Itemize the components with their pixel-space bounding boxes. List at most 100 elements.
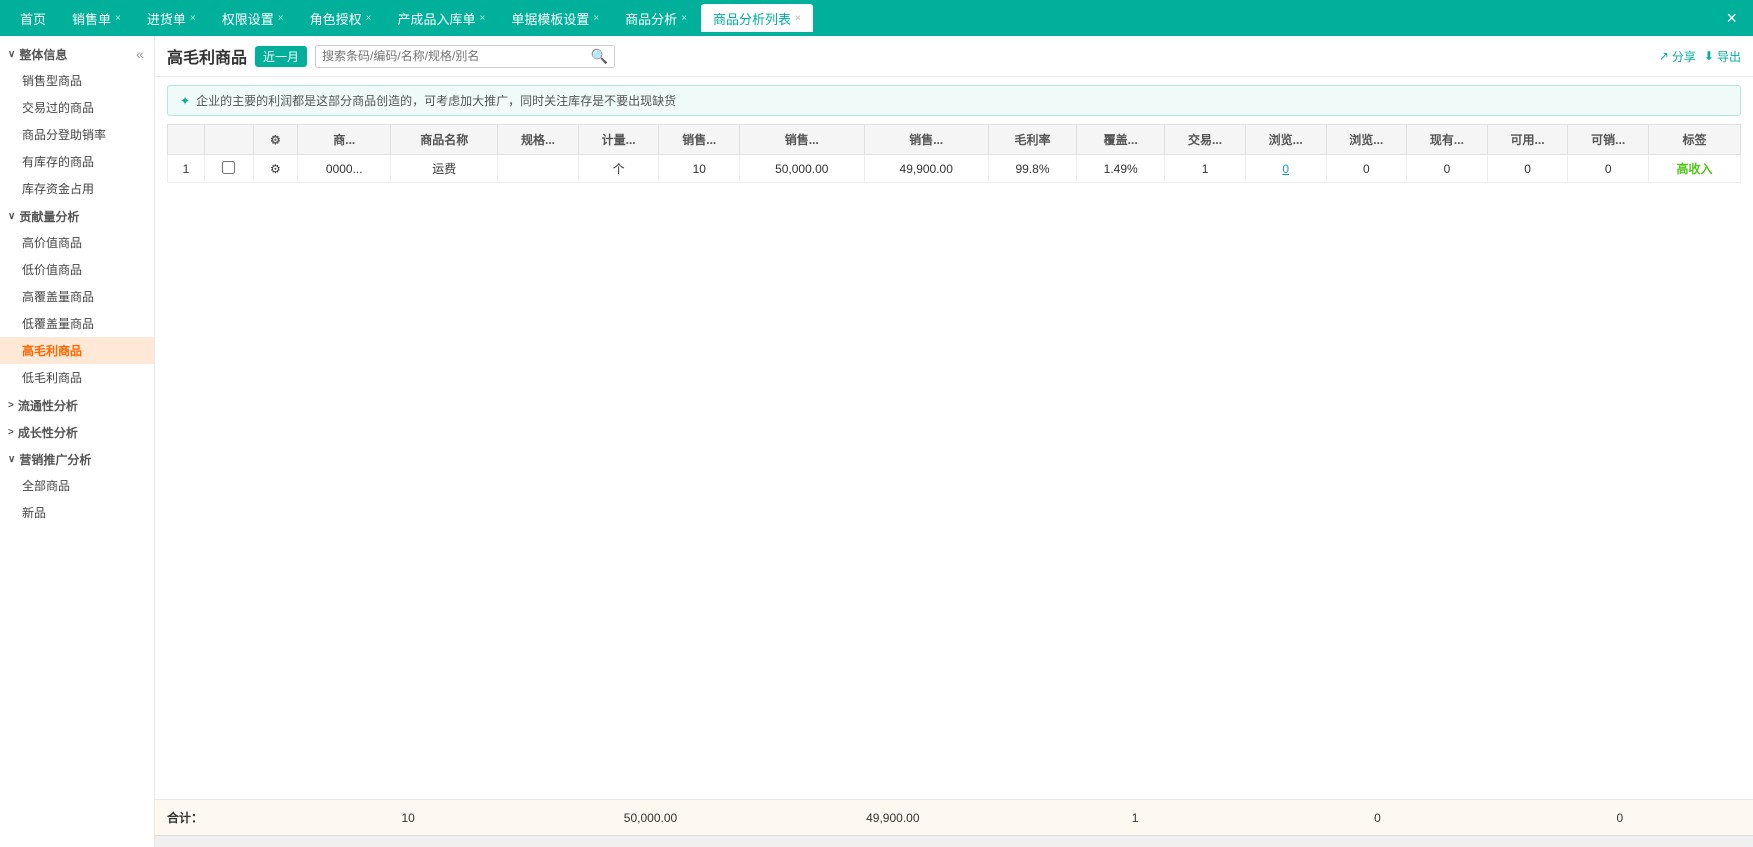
nav-tab-产成品入库单[interactable]: 产成品入库单× <box>385 4 497 32</box>
sidebar-item-低毛利商品[interactable]: 低毛利商品 <box>0 364 154 391</box>
sidebar-item-新品[interactable]: 新品 <box>0 499 154 526</box>
sidebar-toggle-button[interactable]: « <box>130 44 150 64</box>
cell-settings[interactable]: ⚙ <box>253 155 298 183</box>
data-table-wrapper[interactable]: ⚙商...商品名称规格...计量...销售...销售...销售...毛利率覆盖.… <box>155 124 1753 799</box>
cell-browse1: 0 <box>1245 155 1326 183</box>
sidebar-item-销售型商品[interactable]: 销售型商品 <box>0 67 154 94</box>
col-header-sale_amount[interactable]: 销售... <box>740 125 864 155</box>
col-header-unit[interactable]: 计量... <box>578 125 659 155</box>
export-button[interactable]: ⬇ 导出 <box>1704 48 1741 65</box>
group-title-label: 整体信息 <box>19 46 67 63</box>
tab-close-icon[interactable]: × <box>190 13 196 24</box>
col-header-name[interactable]: 商品名称 <box>391 125 498 155</box>
sidebar-group-贡献量分析[interactable]: ∨ 贡献量分析 <box>0 202 154 229</box>
cell-unit: 个 <box>578 155 659 183</box>
table-row: 1⚙0000...运费个1050,000.0049,900.0099.8%1.4… <box>168 155 1741 183</box>
sidebar-item-商品分登助销率[interactable]: 商品分登助销率 <box>0 121 154 148</box>
info-banner: ✦ 企业的主要的利润都是这部分商品创造的，可考虑加大推广，同时关注库存是不要出现… <box>167 85 1741 116</box>
cell-gross_rate: 99.8% <box>988 155 1076 183</box>
sidebar-item-高毛利商品[interactable]: 高毛利商品 <box>0 337 154 364</box>
group-arrow-icon: > <box>8 400 14 411</box>
header-actions: ↗ 分享 ⬇ 导出 <box>1659 48 1741 65</box>
export-icon: ⬇ <box>1704 49 1714 63</box>
col-header-gross_rate[interactable]: 毛利率 <box>988 125 1076 155</box>
col-header-spec[interactable]: 规格... <box>498 125 579 155</box>
window-close-button[interactable]: × <box>1718 8 1745 29</box>
tab-close-icon[interactable]: × <box>479 13 485 24</box>
sidebar: « ∨ 整体信息销售型商品交易过的商品商品分登助销率有库存的商品库存资金占用∨ 贡献… <box>0 36 155 847</box>
search-icon[interactable]: 🔍 <box>591 48 608 65</box>
sidebar-group-营销推广分析[interactable]: ∨营销推广分析 <box>0 445 154 472</box>
tab-close-icon[interactable]: × <box>681 13 687 24</box>
nav-tab-单据模板设置[interactable]: 单据模板设置× <box>499 4 611 32</box>
col-header-browse1[interactable]: 浏览... <box>1245 125 1326 155</box>
search-input[interactable] <box>322 49 587 63</box>
cell-check[interactable] <box>204 155 253 183</box>
sidebar-item-有库存的商品[interactable]: 有库存的商品 <box>0 148 154 175</box>
footer-totals: 合计： 10 50,000.00 49,900.00 1 0 0 <box>155 799 1753 835</box>
nav-tab-商品分析列表[interactable]: 商品分析列表× <box>701 4 813 32</box>
info-icon: ✦ <box>180 94 190 108</box>
sidebar-item-交易过的商品[interactable]: 交易过的商品 <box>0 94 154 121</box>
sidebar-item-高覆盖量商品[interactable]: 高覆盖量商品 <box>0 283 154 310</box>
footer-available: 0 <box>1499 811 1741 825</box>
nav-tab-商品分析[interactable]: 商品分析× <box>613 4 699 32</box>
time-filter-button[interactable]: 近一月 <box>255 46 307 67</box>
tab-close-icon[interactable]: × <box>366 13 372 24</box>
browse-link[interactable]: 0 <box>1282 162 1289 176</box>
cell-code: 0000... <box>298 155 391 183</box>
cell-available: 0 <box>1487 155 1568 183</box>
cell-spec <box>498 155 579 183</box>
group-title-label: 贡献量分析 <box>19 208 79 225</box>
nav-tab-权限设置[interactable]: 权限设置× <box>210 4 296 32</box>
tab-close-icon[interactable]: × <box>278 13 284 24</box>
group-title-label: 营销推广分析 <box>19 451 91 468</box>
settings-icon[interactable]: ⚙ <box>270 162 281 176</box>
sidebar-group-成长性分析[interactable]: >成长性分析 <box>0 418 154 445</box>
content-header: 高毛利商品 近一月 🔍 ↗ 分享 ⬇ 导出 <box>155 36 1753 77</box>
sidebar-item-低价值商品[interactable]: 低价值商品 <box>0 256 154 283</box>
sidebar-item-全部商品[interactable]: 全部商品 <box>0 472 154 499</box>
sidebar-item-库存资金占用[interactable]: 库存资金占用 <box>0 175 154 202</box>
col-header-current[interactable]: 现有... <box>1407 125 1488 155</box>
col-header-check[interactable] <box>204 125 253 155</box>
group-arrow-icon: ∨ <box>8 211 15 222</box>
tab-close-icon[interactable]: × <box>593 13 599 24</box>
col-header-code[interactable]: 商... <box>298 125 391 155</box>
footer-sale-count: 10 <box>287 811 529 825</box>
col-header-index[interactable] <box>168 125 205 155</box>
cell-trade: 1 <box>1165 155 1246 183</box>
cell-sale_amount: 50,000.00 <box>740 155 864 183</box>
col-header-sale_count[interactable]: 销售... <box>659 125 740 155</box>
top-navigation: 首页销售单×进货单×权限设置×角色授权×产成品入库单×单据模板设置×商品分析×商… <box>0 0 1753 36</box>
sidebar-item-高价值商品[interactable]: 高价值商品 <box>0 229 154 256</box>
col-header-available[interactable]: 可用... <box>1487 125 1568 155</box>
horizontal-scrollbar[interactable] <box>155 835 1753 847</box>
col-header-sellable[interactable]: 可销... <box>1568 125 1649 155</box>
group-title-label: 成长性分析 <box>18 424 78 441</box>
page-title: 高毛利商品 <box>167 44 247 68</box>
col-header-coverage[interactable]: 覆盖... <box>1077 125 1165 155</box>
nav-tab-首页[interactable]: 首页 <box>8 4 58 32</box>
col-header-tag[interactable]: 标签 <box>1649 125 1741 155</box>
share-icon: ↗ <box>1659 49 1669 63</box>
cell-current: 0 <box>1407 155 1488 183</box>
tab-close-icon[interactable]: × <box>795 13 801 24</box>
col-header-sale_profit[interactable]: 销售... <box>864 125 988 155</box>
nav-tab-销售单[interactable]: 销售单× <box>60 4 133 32</box>
tab-close-icon[interactable]: × <box>115 13 121 24</box>
cell-sellable: 0 <box>1568 155 1649 183</box>
sidebar-item-低覆盖量商品[interactable]: 低覆盖量商品 <box>0 310 154 337</box>
footer-label: 合计： <box>167 809 287 826</box>
main-layout: « ∨ 整体信息销售型商品交易过的商品商品分登助销率有库存的商品库存资金占用∨ 贡献… <box>0 36 1753 847</box>
footer-current: 0 <box>1256 811 1498 825</box>
col-header-trade[interactable]: 交易... <box>1165 125 1246 155</box>
row-checkbox[interactable] <box>222 161 235 174</box>
sidebar-group-流通性分析[interactable]: >流通性分析 <box>0 391 154 418</box>
tag-badge: 高收入 <box>1676 162 1712 176</box>
nav-tab-角色授权[interactable]: 角色授权× <box>298 4 384 32</box>
col-header-browse2[interactable]: 浏览... <box>1326 125 1407 155</box>
share-button[interactable]: ↗ 分享 <box>1659 48 1696 65</box>
col-header-settings[interactable]: ⚙ <box>253 125 298 155</box>
nav-tab-进货单[interactable]: 进货单× <box>135 4 208 32</box>
